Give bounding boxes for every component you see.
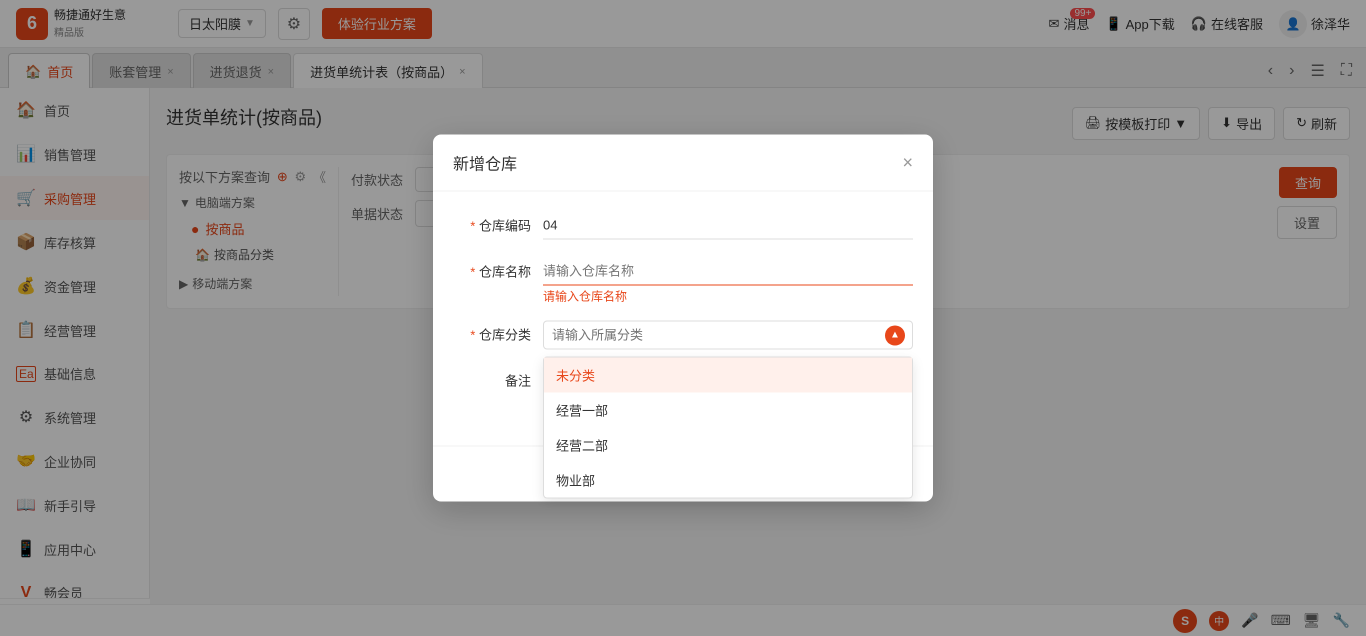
modal-overlay: 新增仓库 × * 仓库编码 * 仓库名称 [0, 0, 1366, 636]
category-input[interactable] [543, 321, 913, 350]
dialog-close-button[interactable]: × [902, 152, 913, 173]
name-field-wrap: 请输入仓库名称 [543, 258, 913, 305]
name-input[interactable] [543, 258, 913, 286]
name-label: * 仓库名称 [453, 258, 543, 288]
category-label: * 仓库分类 [453, 321, 543, 351]
category-dropdown-arrow[interactable]: ▲ [885, 325, 905, 345]
dropdown-item-unclassified[interactable]: 未分类 [544, 358, 912, 393]
notes-label: 备注 [453, 367, 543, 397]
code-label: * 仓库编码 [453, 212, 543, 242]
dialog-header: 新增仓库 × [433, 135, 933, 192]
form-row-code: * 仓库编码 [453, 212, 913, 242]
name-error-msg: 请输入仓库名称 [543, 288, 913, 305]
code-field-wrap [543, 212, 913, 240]
dropdown-item-dept1[interactable]: 经营一部 [544, 393, 912, 428]
form-row-category: * 仓库分类 ▲ 未分类 经营一部 经营二部 物业部 [453, 321, 913, 351]
dropdown-item-dept3[interactable]: 物业部 [544, 463, 912, 498]
chevron-up-icon: ▲ [890, 330, 900, 341]
form-row-name: * 仓库名称 请输入仓库名称 [453, 258, 913, 305]
category-dropdown-list: 未分类 经营一部 经营二部 物业部 [543, 357, 913, 499]
dialog-title: 新增仓库 [453, 151, 517, 175]
code-input[interactable] [543, 212, 913, 240]
new-warehouse-dialog: 新增仓库 × * 仓库编码 * 仓库名称 [433, 135, 933, 502]
category-field-wrap: ▲ 未分类 经营一部 经营二部 物业部 [543, 321, 913, 350]
dropdown-item-dept2[interactable]: 经营二部 [544, 428, 912, 463]
dialog-body: * 仓库编码 * 仓库名称 请输入仓库名称 [433, 192, 933, 446]
